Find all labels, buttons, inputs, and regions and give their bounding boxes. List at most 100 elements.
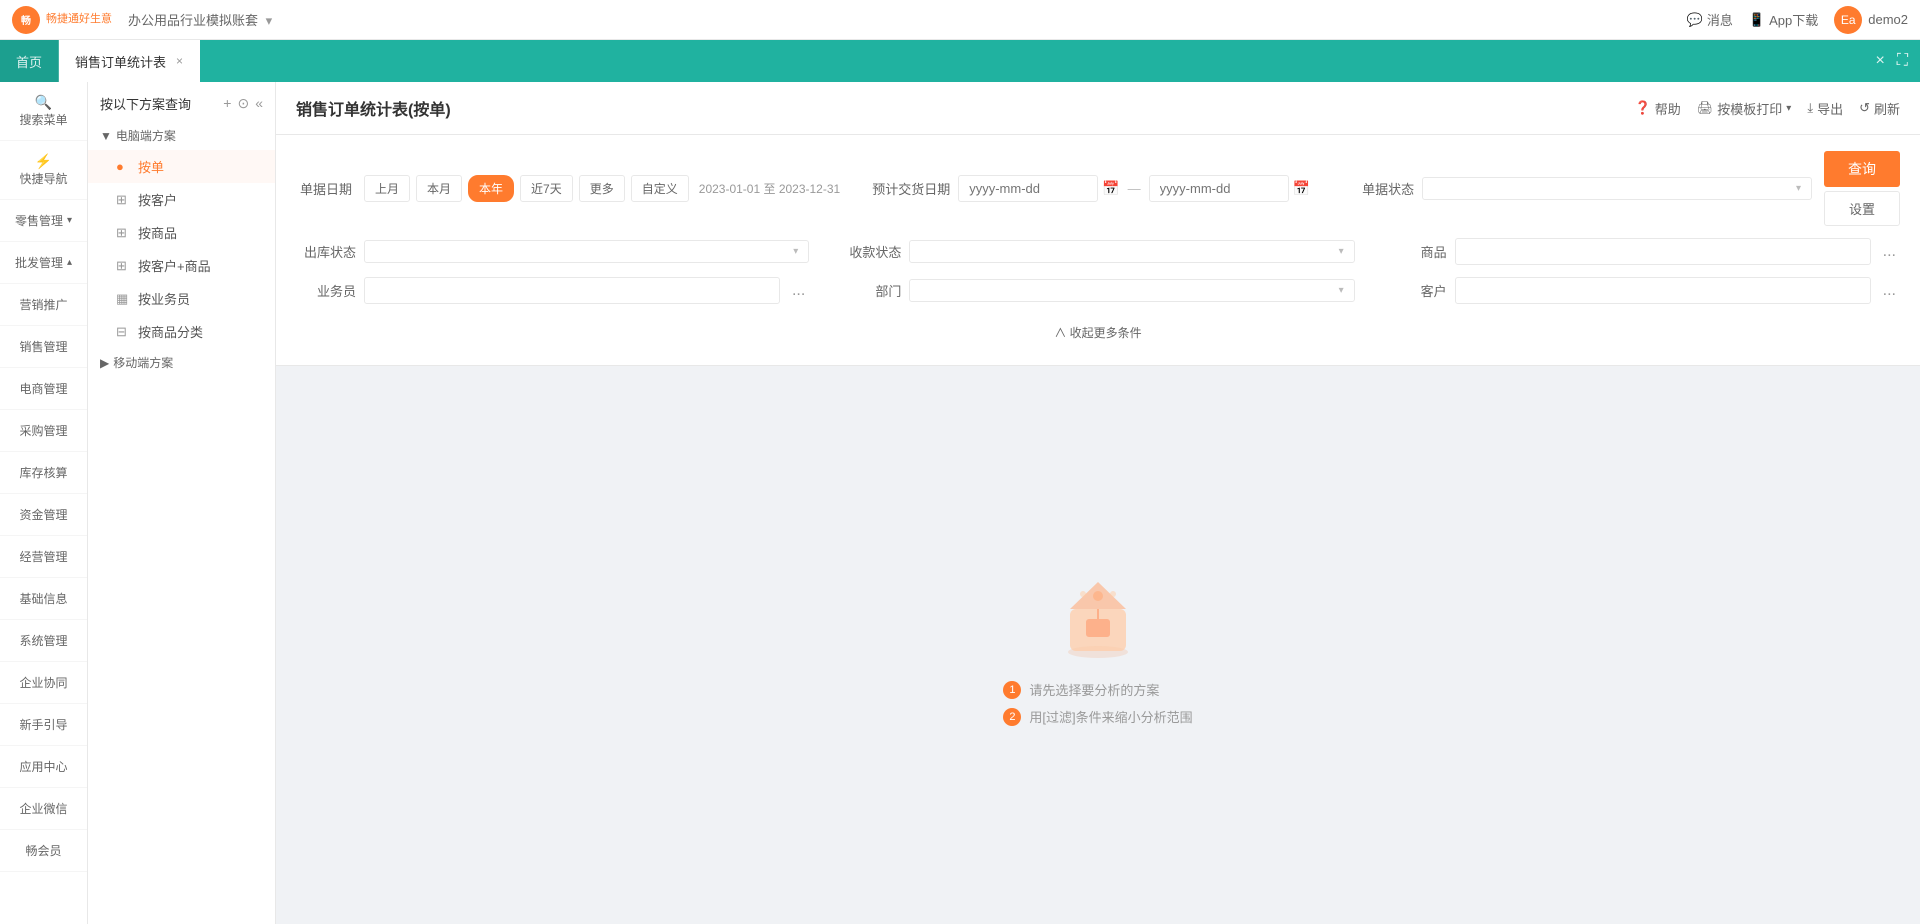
scheme-group-pc[interactable]: ▼ 电脑端方案 [88, 121, 275, 150]
scheme-group-mobile[interactable]: ▶ 移动端方案 [88, 348, 275, 377]
app-title: 办公用品行业模拟账套 ▾ [128, 10, 1679, 29]
calendar-end-icon: 📅 [1293, 180, 1310, 197]
chevron-right-icon: ▶ [100, 356, 109, 370]
sidebar-item-wechat[interactable]: 企业微信 [0, 788, 87, 830]
refresh-icon: ↺ [1859, 100, 1870, 116]
template-print-button[interactable]: 🖨 按模板打印 ▾ [1697, 99, 1792, 118]
date-btn-more[interactable]: 更多 [579, 175, 625, 202]
sidebar-item-wholesale[interactable]: 批发管理 ▴ [0, 242, 87, 284]
scheme-panel-icons: + ⊙ « [223, 95, 263, 112]
tab-bar-window-actions: × ⛶ [1863, 40, 1920, 82]
tab-sales-statistics[interactable]: 销售订单统计表 × [59, 40, 200, 82]
filter-col-salesman: 业务员 ... [296, 277, 809, 304]
user-menu[interactable]: Ea demo2 [1834, 6, 1908, 34]
scheme-item-by-order[interactable]: ● 按单 [88, 150, 275, 183]
export-button[interactable]: ⤓ 导出 [1807, 99, 1843, 118]
sidebar-item-app-center[interactable]: 应用中心 [0, 746, 87, 788]
expected-date-from: 📅 [958, 175, 1119, 202]
sidebar-item-finance[interactable]: 资金管理 [0, 494, 87, 536]
date-btn-last-month[interactable]: 上月 [364, 175, 410, 202]
chevron-down-icon: ▾ [1796, 183, 1801, 194]
app-download-button[interactable]: 📱 App下载 [1749, 10, 1818, 29]
scheme-item-by-salesman[interactable]: ▦ 按业务员 [88, 282, 275, 315]
query-button[interactable]: 查询 [1824, 151, 1900, 187]
sidebar-item-marketing[interactable]: 营销推广 [0, 284, 87, 326]
goods-more-icon[interactable]: ... [1879, 243, 1900, 261]
category-icon: ⊟ [116, 324, 132, 340]
title-arrow-icon: ▾ [266, 13, 273, 28]
print-icon: 🖨 [1697, 100, 1714, 116]
empty-illustration [1048, 564, 1148, 664]
page-title: 销售订单统计表(按单) [296, 96, 451, 134]
out-status-select[interactable]: ▾ [364, 240, 809, 263]
chevron-down-icon: ▾ [67, 215, 72, 226]
filter-row-date: 单据日期 上月 本月 本年 近7天 更多 自定义 2023-01-01 至 20… [296, 151, 1900, 226]
collect-status-select[interactable]: ▾ [909, 240, 1354, 263]
sidebar: 🔍 搜索菜单 ⚡ 快捷导航 零售管理 ▾ 批发管理 ▴ 营销推广 销售管理 电商… [0, 82, 88, 924]
sidebar-item-ecommerce[interactable]: 电商管理 [0, 368, 87, 410]
chevron-down-icon: ▾ [1339, 246, 1344, 257]
hint-num-2: 2 [1003, 708, 1021, 726]
tab-close-icon[interactable]: × [176, 54, 183, 68]
date-btn-this-month[interactable]: 本月 [416, 175, 462, 202]
sidebar-item-retail[interactable]: 零售管理 ▾ [0, 200, 87, 242]
filter-area: 单据日期 上月 本月 本年 近7天 更多 自定义 2023-01-01 至 20… [276, 135, 1920, 366]
empty-state: 1 请先选择要分析的方案 2 用[过滤]条件来缩小分析范围 [276, 366, 1920, 924]
expected-date-label: 预计交货日期 [872, 179, 950, 198]
sidebar-item-quick-nav[interactable]: ⚡ 快捷导航 [0, 141, 87, 200]
sidebar-item-new-guide[interactable]: 新手引导 [0, 704, 87, 746]
scheme-item-by-goods[interactable]: ⊞ 按商品 [88, 216, 275, 249]
expected-date-end-input[interactable] [1149, 175, 1289, 202]
avatar: Ea [1834, 6, 1862, 34]
sidebar-item-enterprise[interactable]: 企业协同 [0, 662, 87, 704]
help-icon: ❓ [1635, 100, 1651, 116]
sidebar-item-basic-info[interactable]: 基础信息 [0, 578, 87, 620]
edit-scheme-icon[interactable]: ⊙ [237, 95, 249, 112]
goods-input[interactable] [1455, 238, 1871, 265]
date-btn-custom[interactable]: 自定义 [631, 175, 689, 202]
customer-input[interactable] [1455, 277, 1871, 304]
sidebar-item-system[interactable]: 系统管理 [0, 620, 87, 662]
customer-label: 客户 [1387, 281, 1447, 300]
add-scheme-icon[interactable]: + [223, 95, 231, 112]
empty-hint-1: 1 请先选择要分析的方案 [1003, 680, 1192, 699]
message-button[interactable]: 💬 消息 [1687, 10, 1733, 29]
collect-status-label: 收款状态 [841, 242, 901, 261]
bar-chart-icon: ▦ [116, 291, 132, 307]
tab-minimize-icon[interactable]: × [1875, 52, 1884, 70]
collapse-more-conditions[interactable]: ∧ 收起更多条件 [296, 316, 1900, 349]
status-select[interactable]: ▾ [1422, 177, 1812, 200]
refresh-button[interactable]: ↺ 刷新 [1859, 99, 1900, 118]
date-btn-this-year[interactable]: 本年 [468, 175, 514, 202]
filter-col-customer: 客户 ... [1387, 277, 1900, 304]
filter-col-dept: 部门 ▾ [841, 279, 1354, 302]
sidebar-item-sales[interactable]: 销售管理 [0, 326, 87, 368]
circle-icon: ● [116, 159, 132, 174]
date-btn-last-7-days[interactable]: 近7天 [520, 175, 573, 202]
expected-date-start-input[interactable] [958, 175, 1098, 202]
sidebar-item-operations[interactable]: 经营管理 [0, 536, 87, 578]
collapse-panel-icon[interactable]: « [255, 95, 263, 112]
logo[interactable]: 畅 畅捷通好生意 [12, 6, 112, 34]
tab-maximize-icon[interactable]: ⛶ [1897, 52, 1908, 70]
expected-date-to: 📅 [1149, 175, 1310, 202]
salesman-more-icon[interactable]: ... [788, 282, 809, 300]
scheme-item-by-customer[interactable]: ⊞ 按客户 [88, 183, 275, 216]
chevron-down-icon: ▾ [1786, 103, 1791, 114]
main-content: 销售订单统计表(按单) ❓ 帮助 🖨 按模板打印 ▾ ⤓ 导出 [276, 82, 1920, 924]
filter-col-goods: 商品 ... [1387, 238, 1900, 265]
customer-more-icon[interactable]: ... [1879, 282, 1900, 300]
sidebar-item-member[interactable]: 畅会员 [0, 830, 87, 872]
sidebar-item-purchase[interactable]: 采购管理 [0, 410, 87, 452]
scheme-item-by-category[interactable]: ⊟ 按商品分类 [88, 315, 275, 348]
sidebar-item-inventory[interactable]: 库存核算 [0, 452, 87, 494]
top-bar-actions: 💬 消息 📱 App下载 Ea demo2 [1687, 6, 1908, 34]
chevron-down-icon: ▾ [793, 246, 798, 257]
salesman-input[interactable] [364, 277, 780, 304]
help-button[interactable]: ❓ 帮助 [1635, 99, 1681, 118]
scheme-item-by-customer-goods[interactable]: ⊞ 按客户+商品 [88, 249, 275, 282]
sidebar-item-search[interactable]: 🔍 搜索菜单 [0, 82, 87, 141]
settings-button[interactable]: 设置 [1824, 191, 1900, 226]
dept-select[interactable]: ▾ [909, 279, 1354, 302]
tab-home[interactable]: 首页 [0, 40, 59, 82]
